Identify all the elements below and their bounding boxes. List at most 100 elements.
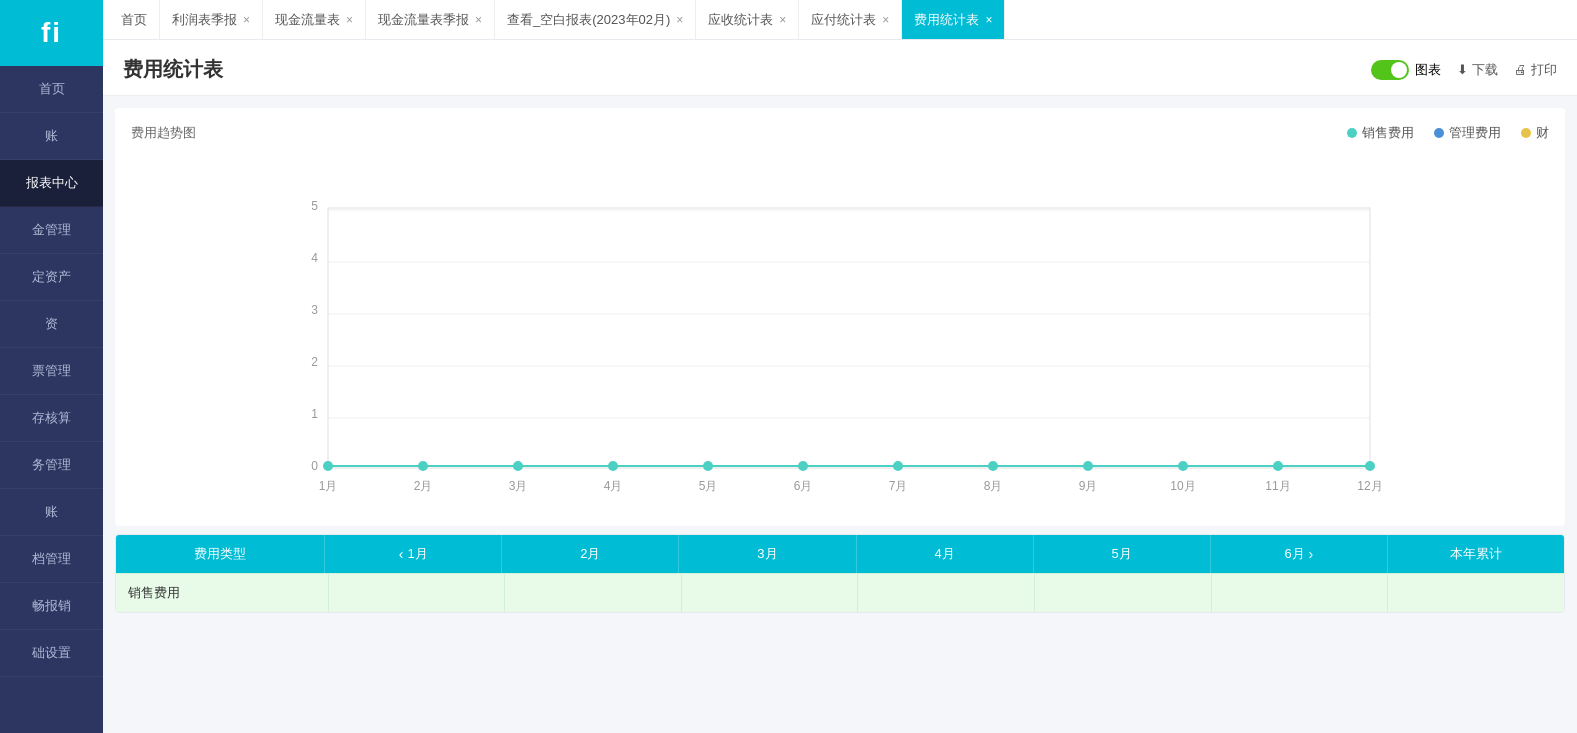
tab-close-profit-quarterly[interactable]: × (243, 13, 250, 27)
table-header-m1: ‹ 1月 (325, 535, 502, 573)
download-icon: ⬇ (1457, 62, 1468, 77)
legend-finance: 财 (1521, 124, 1549, 142)
table-cell-type: 销售费用 (116, 574, 329, 612)
legend-dot-sales (1347, 128, 1357, 138)
svg-point-35 (1273, 461, 1283, 471)
table-header-m5: 5月 (1034, 535, 1211, 573)
sidebar-item-service-mgmt[interactable]: 务管理 (0, 442, 103, 489)
legend-sales: 销售费用 (1347, 124, 1414, 142)
tab-blank-report[interactable]: 查看_空白报表(2023年02月) × (495, 0, 696, 39)
tab-close-cashflow[interactable]: × (346, 13, 353, 27)
table-cell-m2 (505, 574, 682, 612)
tab-close-payable[interactable]: × (882, 13, 889, 27)
tab-close-receivable[interactable]: × (779, 13, 786, 27)
svg-point-36 (1365, 461, 1375, 471)
svg-rect-12 (328, 208, 1370, 468)
svg-point-27 (513, 461, 523, 471)
chart-title: 费用趋势图 (131, 124, 196, 142)
legend-dot-admin (1434, 128, 1444, 138)
table-cell-ytd (1388, 574, 1564, 612)
svg-point-32 (988, 461, 998, 471)
svg-text:5: 5 (311, 199, 318, 213)
chart-container: 0 1 2 3 4 5 (131, 150, 1549, 510)
table-cell-m1 (329, 574, 506, 612)
sidebar-item-report-center[interactable]: 报表中心 (0, 160, 103, 207)
sidebar: fi 首页 账 报表中心 金管理 定资产 资 票管理 存核算 务管理 账 档管理… (0, 0, 103, 733)
svg-point-26 (418, 461, 428, 471)
legend-label-finance: 财 (1536, 124, 1549, 142)
svg-point-33 (1083, 461, 1093, 471)
sidebar-logo: fi (0, 0, 103, 66)
sidebar-item-inventory[interactable]: 存核算 (0, 395, 103, 442)
svg-text:10月: 10月 (1170, 479, 1195, 493)
svg-point-28 (608, 461, 618, 471)
svg-text:1: 1 (311, 407, 318, 421)
legend-admin: 管理费用 (1434, 124, 1501, 142)
page-header: 费用统计表 图表 ⬇ 下载 🖨 打印 (103, 40, 1577, 96)
chart-section: 费用趋势图 销售费用 管理费用 财 (115, 108, 1565, 526)
sidebar-item-invoice-mgmt[interactable]: 票管理 (0, 348, 103, 395)
tab-close-cashflow-quarterly[interactable]: × (475, 13, 482, 27)
sidebar-item-expense[interactable]: 畅报销 (0, 583, 103, 630)
tab-home[interactable]: 首页 (109, 0, 160, 39)
svg-text:3月: 3月 (509, 479, 528, 493)
svg-text:12月: 12月 (1357, 479, 1382, 493)
svg-text:6月: 6月 (794, 479, 813, 493)
content-area: 费用趋势图 销售费用 管理费用 财 (103, 96, 1577, 733)
table-header-m2: 2月 (502, 535, 679, 573)
legend-label-sales: 销售费用 (1362, 124, 1414, 142)
table-header: 费用类型 ‹ 1月 2月 3月 4月 5月 (116, 535, 1564, 573)
svg-text:4月: 4月 (604, 479, 623, 493)
svg-point-25 (323, 461, 333, 471)
tab-close-blank-report[interactable]: × (676, 13, 683, 27)
svg-point-31 (893, 461, 903, 471)
next-month-button[interactable]: › (1309, 546, 1314, 562)
svg-text:9月: 9月 (1079, 479, 1098, 493)
tab-expense-stats[interactable]: 费用统计表 × (902, 0, 1005, 39)
chart-header: 费用趋势图 销售费用 管理费用 财 (131, 124, 1549, 142)
chart-toggle[interactable] (1371, 60, 1409, 80)
tab-close-expense-stats[interactable]: × (985, 13, 992, 27)
table-header-m4: 4月 (857, 535, 1034, 573)
table-cell-m4 (858, 574, 1035, 612)
table-header-type: 费用类型 (116, 535, 325, 573)
sidebar-item-investment[interactable]: 资 (0, 301, 103, 348)
svg-text:0: 0 (311, 459, 318, 473)
sidebar-item-fixed-assets[interactable]: 定资产 (0, 254, 103, 301)
table-header-ytd: 本年累计 (1388, 535, 1564, 573)
tab-cashflow-quarterly[interactable]: 现金流量表季报 × (366, 0, 495, 39)
tab-bar: 首页 利润表季报 × 现金流量表 × 现金流量表季报 × 查看_空白报表(202… (103, 0, 1577, 40)
svg-text:7月: 7月 (889, 479, 908, 493)
tab-profit-quarterly[interactable]: 利润表季报 × (160, 0, 263, 39)
main-content: 首页 利润表季报 × 现金流量表 × 现金流量表季报 × 查看_空白报表(202… (103, 0, 1577, 733)
svg-text:4: 4 (311, 251, 318, 265)
svg-point-29 (703, 461, 713, 471)
sidebar-item-fund-mgmt[interactable]: 金管理 (0, 207, 103, 254)
chart-toggle-wrap[interactable]: 图表 (1371, 60, 1441, 80)
sidebar-item-ledger[interactable]: 账 (0, 489, 103, 536)
prev-month-button[interactable]: ‹ (399, 546, 404, 562)
legend-dot-finance (1521, 128, 1531, 138)
svg-text:1月: 1月 (319, 479, 338, 493)
tab-payable[interactable]: 应付统计表 × (799, 0, 902, 39)
tab-cashflow[interactable]: 现金流量表 × (263, 0, 366, 39)
download-button[interactable]: ⬇ 下载 (1457, 61, 1498, 79)
print-button[interactable]: 🖨 打印 (1514, 61, 1557, 79)
sidebar-item-archive-mgmt[interactable]: 档管理 (0, 536, 103, 583)
svg-text:2月: 2月 (414, 479, 433, 493)
svg-text:5月: 5月 (699, 479, 718, 493)
sidebar-item-account[interactable]: 账 (0, 113, 103, 160)
data-table-section: 费用类型 ‹ 1月 2月 3月 4月 5月 (115, 534, 1565, 613)
page-title: 费用统计表 (123, 56, 223, 83)
tab-receivable[interactable]: 应收统计表 × (696, 0, 799, 39)
svg-point-30 (798, 461, 808, 471)
sidebar-item-home[interactable]: 首页 (0, 66, 103, 113)
sidebar-item-basic-settings[interactable]: 础设置 (0, 630, 103, 677)
svg-point-34 (1178, 461, 1188, 471)
print-icon: 🖨 (1514, 62, 1527, 77)
table-cell-m3 (682, 574, 859, 612)
chart-legend: 销售费用 管理费用 财 (1347, 124, 1549, 142)
table-row: 销售费用 (116, 573, 1564, 612)
svg-text:3: 3 (311, 303, 318, 317)
svg-text:11月: 11月 (1265, 479, 1290, 493)
